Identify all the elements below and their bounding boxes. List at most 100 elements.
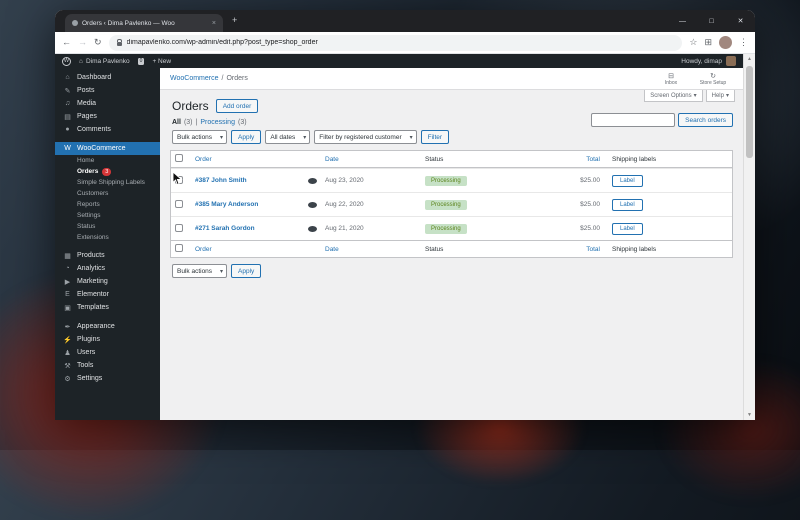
column-footer-total[interactable]: Total <box>586 246 600 253</box>
sidebar-item-marketing[interactable]: ▶ Marketing <box>55 275 160 288</box>
admin-bar-new[interactable]: + New <box>152 58 171 65</box>
browser-menu-icon[interactable]: ⋮ <box>739 38 748 47</box>
breadcrumb-current: Orders <box>226 75 248 82</box>
back-icon[interactable]: ← <box>62 38 71 47</box>
customer-filter-select[interactable]: Filter by registered customer <box>314 130 417 144</box>
scroll-down-icon[interactable]: ▼ <box>744 410 755 420</box>
submenu-item-simple-shipping-labels[interactable]: Simple Shipping Labels <box>55 177 160 188</box>
refresh-icon[interactable]: ↻ <box>94 38 102 47</box>
analytics-icon: ◔ <box>65 265 70 272</box>
user-avatar <box>726 56 736 66</box>
window-maximize-button[interactable]: □ <box>697 10 726 32</box>
sidebar-item-plugins[interactable]: ⚡ Plugins <box>55 333 160 346</box>
sidebar-item-settings[interactable]: ⚙ Settings <box>55 372 160 385</box>
order-link[interactable]: #387 John Smith <box>195 177 247 184</box>
dashboard-icon: ⌂ <box>65 74 70 81</box>
tab-title: Orders ‹ Dima Pavlenko — Woo <box>82 19 175 27</box>
sidebar-item-tools[interactable]: ⚒ Tools <box>55 359 160 372</box>
column-header-order[interactable]: Order <box>195 156 212 163</box>
view-processing-link[interactable]: Processing <box>200 119 235 126</box>
apply-button-bottom[interactable]: Apply <box>231 264 262 278</box>
submenu-item-settings[interactable]: Settings <box>55 210 160 221</box>
screen-options-button[interactable]: Screen Options ▾ <box>644 90 703 102</box>
help-button[interactable]: Help ▾ <box>705 90 735 102</box>
activity-panel: ⊟ Inbox ↻ Store Setup <box>651 72 733 86</box>
new-tab-button[interactable]: + <box>232 15 237 25</box>
preview-icon[interactable] <box>308 201 317 208</box>
admin-bar-account[interactable]: Howdy, dimap <box>681 56 736 66</box>
submenu-item-extensions[interactable]: Extensions <box>55 232 160 243</box>
sidebar-item-appearance[interactable]: ✒ Appearance <box>55 320 160 333</box>
select-all-checkbox[interactable] <box>175 244 183 252</box>
page-scrollbar[interactable]: ▲ ▼ <box>743 54 755 420</box>
apply-button[interactable]: Apply <box>231 130 262 144</box>
all-dates-select[interactable]: All dates <box>265 130 311 144</box>
shipping-label-button[interactable]: Label <box>612 222 643 235</box>
bulk-actions-select-bottom[interactable]: Bulk actions <box>172 264 228 278</box>
browser-profile-avatar[interactable] <box>719 36 732 49</box>
elementor-icon: E <box>65 291 70 298</box>
submenu-item-customers[interactable]: Customers <box>55 188 160 199</box>
window-close-button[interactable]: ✕ <box>726 10 755 32</box>
comments-icon: ● <box>65 126 70 133</box>
column-header-date[interactable]: Date <box>325 156 339 163</box>
row-checkbox[interactable] <box>175 223 183 232</box>
inbox-button[interactable]: ⊟ Inbox <box>651 72 691 86</box>
wordpress-logo-icon[interactable]: W <box>62 56 71 66</box>
lock-icon <box>116 38 122 46</box>
order-link[interactable]: #385 Mary Anderson <box>195 201 258 208</box>
url-text: dimapavlenko.com/wp-admin/edit.php?post_… <box>126 39 318 46</box>
sidebar-item-pages[interactable]: ▤ Pages <box>55 110 160 123</box>
sidebar-item-elementor[interactable]: E Elementor <box>55 288 160 301</box>
sidebar-item-products[interactable]: ▦ Products <box>55 249 160 262</box>
address-bar[interactable]: dimapavlenko.com/wp-admin/edit.php?post_… <box>108 34 683 51</box>
preview-icon[interactable] <box>308 177 317 184</box>
scroll-up-icon[interactable]: ▲ <box>744 54 755 64</box>
preview-icon[interactable] <box>308 225 317 232</box>
status-badge: Processing <box>425 175 467 186</box>
row-checkbox[interactable] <box>175 199 183 208</box>
bookmark-star-icon[interactable]: ☆ <box>689 38 697 47</box>
view-all-link[interactable]: All <box>172 119 181 126</box>
sidebar-item-templates[interactable]: ▣ Templates <box>55 301 160 314</box>
sidebar-item-analytics[interactable]: ◔ Analytics <box>55 262 160 275</box>
browser-tab[interactable]: Orders ‹ Dima Pavlenko — Woo × <box>65 14 223 32</box>
sidebar-item-woocommerce[interactable]: W WooCommerce <box>55 142 160 155</box>
order-link[interactable]: #271 Sarah Gordon <box>195 225 255 232</box>
posts-icon: ✎ <box>64 87 71 95</box>
add-order-button[interactable]: Add order <box>215 99 259 113</box>
filter-button[interactable]: Filter <box>420 130 450 144</box>
sidebar-item-posts[interactable]: ✎ Posts <box>55 84 160 97</box>
column-footer-date[interactable]: Date <box>325 246 339 253</box>
mouse-cursor <box>172 171 183 191</box>
column-footer-order[interactable]: Order <box>195 246 212 253</box>
sidebar-item-comments[interactable]: ● Comments <box>55 123 160 136</box>
submenu-item-home[interactable]: Home <box>55 155 160 166</box>
sidebar-item-dashboard[interactable]: ⌂ Dashboard <box>55 71 160 84</box>
breadcrumb-woocommerce-link[interactable]: WooCommerce <box>170 75 219 82</box>
table-nav-controls: Bulk actions Apply All dates Filter by r… <box>172 130 450 144</box>
scrollbar-thumb[interactable] <box>746 66 753 158</box>
tab-close-icon[interactable]: × <box>212 20 216 27</box>
column-header-total[interactable]: Total <box>586 156 600 163</box>
window-minimize-button[interactable]: — <box>668 10 697 32</box>
forward-icon[interactable]: → <box>78 38 87 47</box>
admin-bar-site-link[interactable]: ⌂ Dima Pavlenko <box>79 58 130 65</box>
submenu-item-reports[interactable]: Reports <box>55 199 160 210</box>
select-all-checkbox[interactable] <box>175 154 183 162</box>
page-title: Orders <box>172 99 209 113</box>
sidebar-item-users[interactable]: ♟ Users <box>55 346 160 359</box>
shipping-label-button[interactable]: Label <box>612 174 643 187</box>
wp-body: ⌂ Dashboard ✎ Posts ♫ Media ▤ Pages ● Co… <box>55 68 743 420</box>
sidebar-item-media[interactable]: ♫ Media <box>55 97 160 110</box>
bottom-table-nav: Bulk actions Apply <box>172 264 262 278</box>
extensions-icon[interactable]: ⊞ <box>704 38 712 47</box>
shipping-label-button[interactable]: Label <box>612 198 643 211</box>
search-orders-button[interactable]: Search orders <box>678 113 733 127</box>
bulk-actions-select[interactable]: Bulk actions <box>172 130 228 144</box>
submenu-item-orders[interactable]: Orders 3 <box>55 166 160 177</box>
search-input[interactable] <box>591 113 676 127</box>
admin-bar-comments[interactable]: 0 <box>137 57 145 65</box>
store-setup-button[interactable]: ↻ Store Setup <box>693 72 733 86</box>
submenu-item-status[interactable]: Status <box>55 221 160 232</box>
